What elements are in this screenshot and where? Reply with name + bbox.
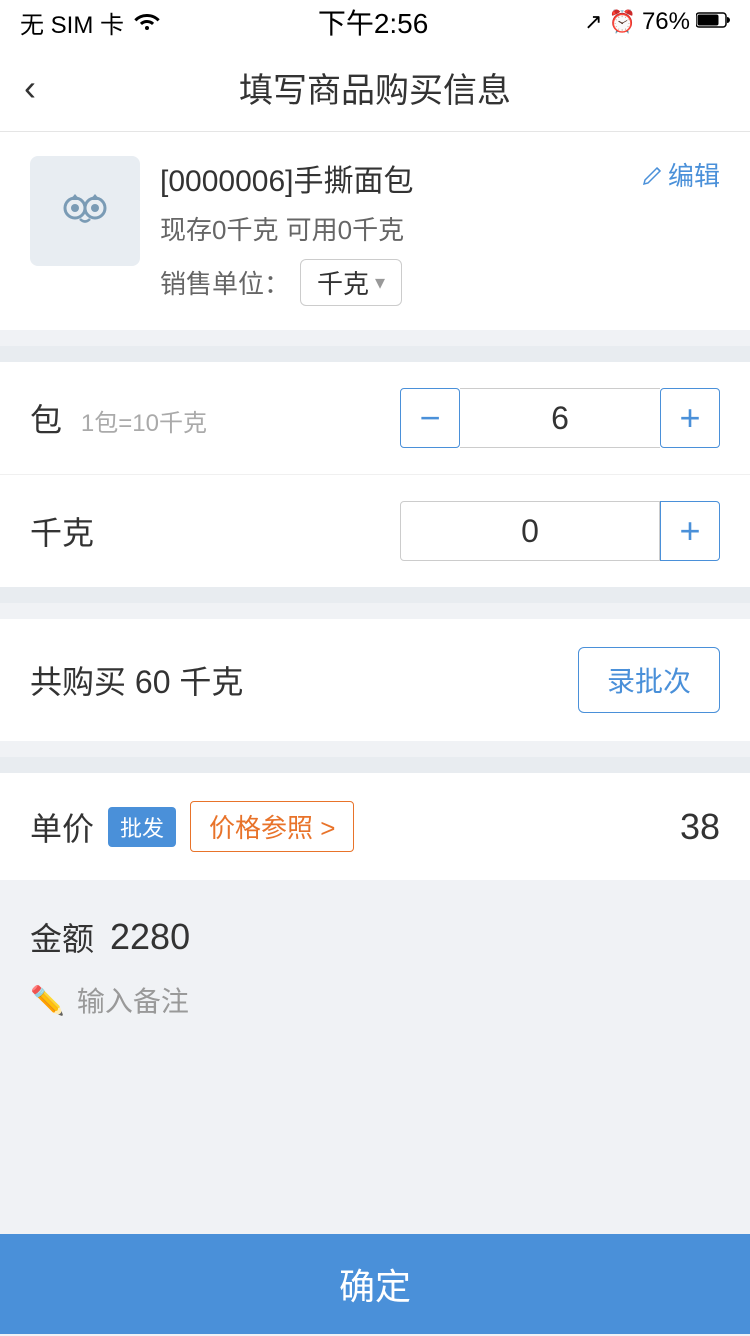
batch-button[interactable]: 录批次: [578, 647, 720, 713]
price-tag: 批发: [108, 807, 176, 847]
bao-label: 包 1包=10千克: [30, 395, 400, 441]
location-icon: ↗: [584, 9, 602, 35]
pencil-icon: ✏️: [30, 984, 65, 1017]
page-title: 填写商品购买信息: [239, 63, 511, 112]
section-separator-2: [0, 587, 750, 603]
bao-increment-button[interactable]: +: [660, 388, 720, 448]
total-label: 共购买 60 千克: [30, 657, 243, 703]
price-label: 单价: [30, 804, 94, 850]
bao-hint: 1包=10千克: [81, 410, 207, 437]
carrier-label: 无 SIM 卡: [20, 5, 124, 40]
product-stock: 现存0千克 可用0千克: [160, 210, 720, 247]
bao-quantity-control: − +: [400, 388, 720, 448]
price-left: 单价 批发 价格参照 >: [30, 801, 354, 852]
confirm-bar[interactable]: 确定: [0, 1234, 750, 1334]
product-thumbnail: [30, 156, 140, 266]
bao-quantity-input[interactable]: [460, 388, 660, 448]
kg-input-section: 千克 +: [0, 475, 750, 587]
edit-button[interactable]: 编辑: [642, 156, 720, 193]
section-separator-3: [0, 757, 750, 773]
status-bar: 无 SIM 卡 下午2:56 ↗ ⏰ 76%: [0, 0, 750, 44]
status-left: 无 SIM 卡: [20, 5, 162, 40]
price-section: 单价 批发 价格参照 > 38: [0, 773, 750, 880]
unit-select[interactable]: 千克 ▾: [300, 259, 402, 306]
total-section: 共购买 60 千克 录批次: [0, 619, 750, 741]
product-name: [0000006]手撕面包: [160, 156, 720, 200]
status-right: ↗ ⏰ 76%: [584, 8, 730, 36]
price-row: 单价 批发 价格参照 > 38: [30, 801, 720, 852]
product-info: [0000006]手撕面包 现存0千克 可用0千克 销售单位： 千克 ▾: [160, 156, 720, 306]
battery-icon: [696, 8, 730, 36]
kg-increment-button[interactable]: +: [660, 501, 720, 561]
edit-icon: [642, 164, 664, 186]
product-unit-row: 销售单位： 千克 ▾: [160, 259, 720, 306]
remark-placeholder[interactable]: 输入备注: [77, 980, 189, 1020]
price-value: 38: [680, 806, 720, 848]
kg-quantity-control: +: [400, 501, 720, 561]
back-button[interactable]: ‹: [24, 67, 36, 109]
alarm-icon: ⏰: [609, 9, 636, 35]
bao-decrement-button[interactable]: −: [400, 388, 460, 448]
kg-label: 千克: [30, 508, 400, 554]
bao-input-section: 包 1包=10千克 − +: [0, 362, 750, 474]
amount-label: 金额: [30, 914, 94, 960]
status-time: 下午2:56: [318, 2, 429, 42]
battery-label: 76%: [642, 8, 690, 36]
section-separator-1: [0, 346, 750, 362]
product-card: [0000006]手撕面包 现存0千克 可用0千克 销售单位： 千克 ▾ 编辑: [0, 132, 750, 330]
owl-logo-icon: [55, 186, 115, 236]
kg-quantity-input[interactable]: [400, 501, 660, 561]
price-ref-button[interactable]: 价格参照 >: [190, 801, 354, 852]
bao-row: 包 1包=10千克 − +: [30, 362, 720, 474]
unit-label: 销售单位：: [160, 264, 290, 301]
nav-bar: ‹ 填写商品购买信息: [0, 44, 750, 132]
amount-row: 金额 2280: [30, 914, 720, 960]
kg-row: 千克 +: [30, 475, 720, 587]
wifi-icon: [132, 8, 162, 37]
remark-row[interactable]: ✏️ 输入备注: [30, 980, 720, 1020]
chevron-down-icon: ▾: [375, 270, 385, 295]
amount-value: 2280: [110, 916, 190, 958]
confirm-button[interactable]: 确定: [339, 1258, 411, 1310]
amount-section: 金额 2280 ✏️ 输入备注: [0, 884, 750, 1036]
